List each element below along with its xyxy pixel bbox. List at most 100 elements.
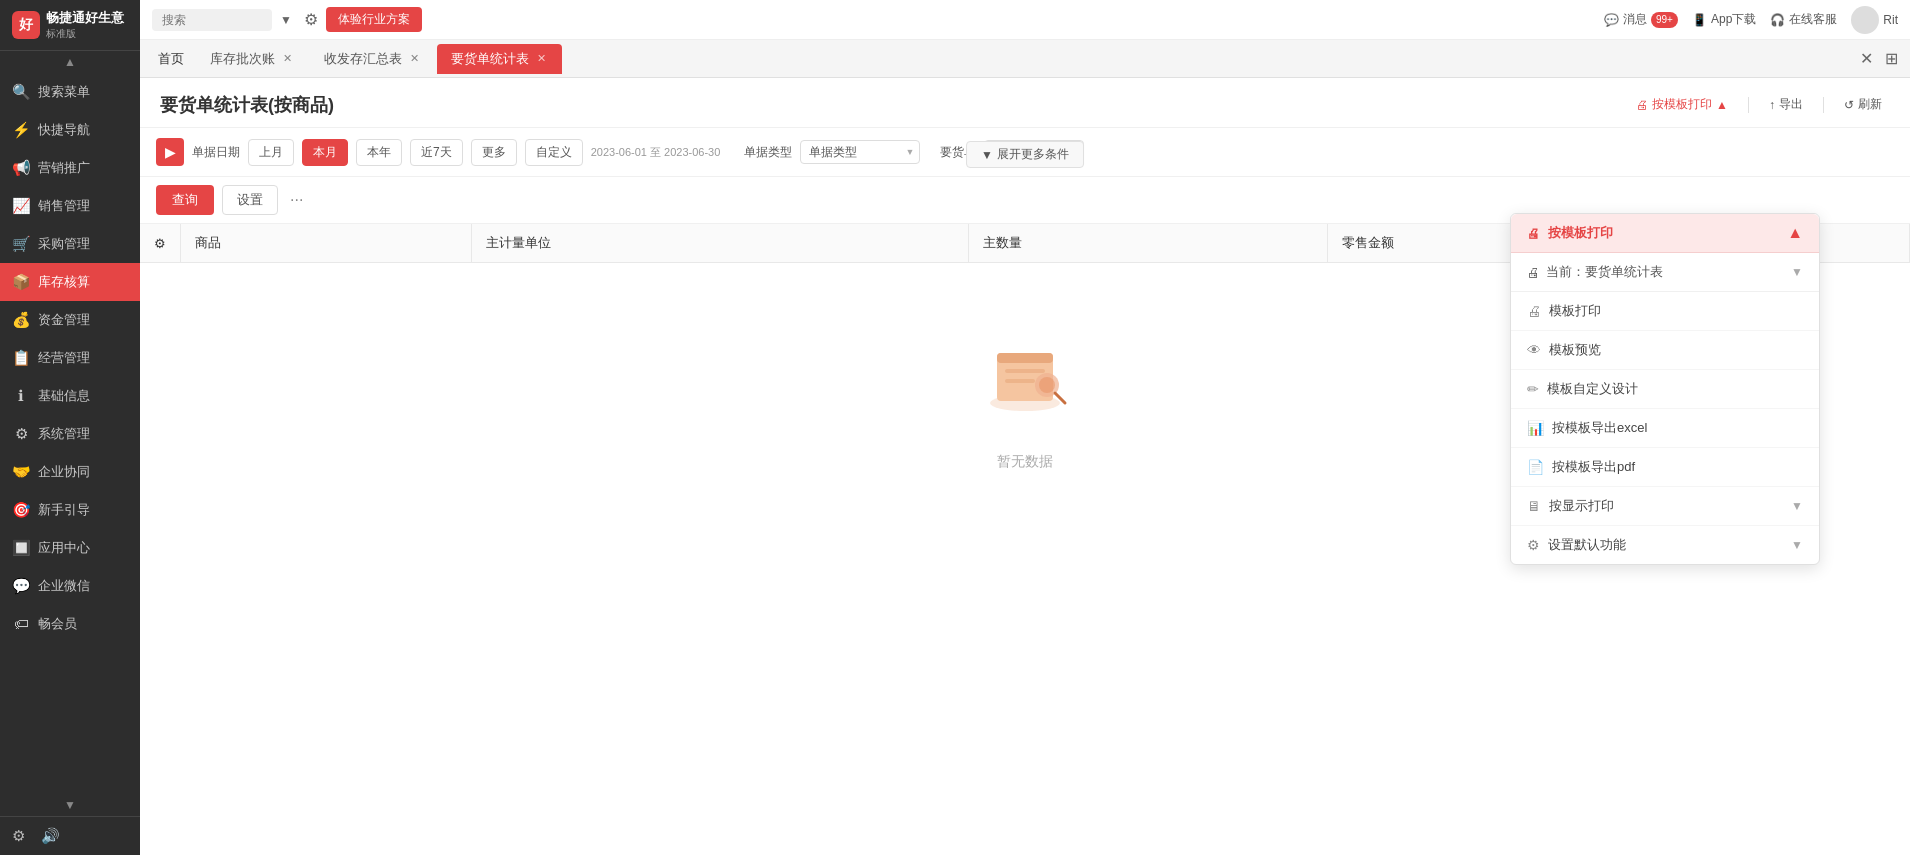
sidebar-bottom: ⚙ 🔊 xyxy=(0,816,140,855)
search-icon: 🔍 xyxy=(12,83,30,101)
message-badge: 99+ xyxy=(1651,12,1678,28)
topbar-search-input[interactable] xyxy=(152,9,272,31)
doc-type-label: 单据类型 xyxy=(744,145,792,159)
divider-2 xyxy=(1823,97,1824,113)
sidebar-item-member[interactable]: 🏷 畅会员 xyxy=(0,605,140,643)
logo-text: 畅捷通好生意 标准版 xyxy=(46,10,124,40)
tab-collection-summary[interactable]: 收发存汇总表 ✕ xyxy=(310,44,435,74)
divider-1 xyxy=(1748,97,1749,113)
sidebar-scroll-up[interactable]: ▲ xyxy=(0,51,140,73)
col-settings[interactable]: ⚙ xyxy=(140,224,181,263)
phone-icon: 📱 xyxy=(1692,13,1707,27)
display-print-left: 🖥 按显示打印 xyxy=(1527,497,1614,515)
tab-close-collection-summary[interactable]: ✕ xyxy=(408,52,421,65)
tabbar: 首页 库存批次账 ✕ 收发存汇总表 ✕ 要货单统计表 ✕ ✕ ⊞ xyxy=(140,40,1910,78)
svg-point-6 xyxy=(1039,377,1055,393)
message-button[interactable]: 💬 消息 99+ xyxy=(1604,11,1678,28)
app-logo: 好 畅捷通好生意 标准版 xyxy=(0,0,140,51)
box-icon: 📦 xyxy=(12,273,30,291)
expand-more-icon: ▼ xyxy=(981,148,993,162)
tab-maximize-button[interactable]: ⊞ xyxy=(1881,45,1902,72)
online-service-button[interactable]: 🎧 在线客服 xyxy=(1770,11,1837,28)
sidebar-item-app-center[interactable]: 🔲 应用中心 xyxy=(0,529,140,567)
tab-order-stats[interactable]: 要货单统计表 ✕ xyxy=(437,44,562,74)
user-avatar-button[interactable]: Rit xyxy=(1851,6,1898,34)
default-func-icon: ⚙ xyxy=(1527,537,1540,553)
export-pdf-icon: 📄 xyxy=(1527,459,1544,475)
date-custom-button[interactable]: 自定义 xyxy=(525,139,583,166)
tab-inventory-batch[interactable]: 库存批次账 ✕ xyxy=(196,44,308,74)
current-template-left: 🖨 当前：要货单统计表 xyxy=(1527,263,1663,281)
export-icon: ↑ xyxy=(1769,98,1775,112)
expand-more-container: ▼ 展开更多条件 xyxy=(966,141,1084,168)
filter-expand-icon-button[interactable]: ▶ xyxy=(156,138,184,166)
sidebar-item-sales[interactable]: 📈 销售管理 xyxy=(0,187,140,225)
expand-more-button[interactable]: ▼ 展开更多条件 xyxy=(966,141,1084,168)
print-dropdown-close-button[interactable]: ▲ xyxy=(1787,224,1803,242)
tab-close-order-stats[interactable]: ✕ xyxy=(535,52,548,65)
print-dropdown-title-area: 🖨 按模板打印 xyxy=(1527,224,1613,242)
default-func-item[interactable]: ⚙ 设置默认功能 ▼ xyxy=(1511,526,1819,564)
export-pdf-left: 📄 按模板导出pdf xyxy=(1527,458,1635,476)
chart-icon: 📈 xyxy=(12,197,30,215)
settings-bottom-icon[interactable]: ⚙ xyxy=(12,827,25,845)
sidebar-nav: 🔍 搜索菜单 ⚡ 快捷导航 📢 营销推广 📈 销售管理 🛒 采购管理 📦 库存核… xyxy=(0,73,140,794)
app-download-button[interactable]: 📱 App下载 xyxy=(1692,11,1756,28)
doc-type-select[interactable]: 单据类型 xyxy=(800,140,920,164)
tag-icon: 🏷 xyxy=(12,615,30,632)
export-button[interactable]: ↑ 导出 xyxy=(1761,92,1811,117)
page-content: 要货单统计表(按商品) 🖨 按模板打印 ▲ ↑ 导出 ↺ 刷新 xyxy=(140,78,1910,855)
export-excel-left: 📊 按模板导出excel xyxy=(1527,419,1647,437)
print-export-pdf-item[interactable]: 📄 按模板导出pdf xyxy=(1511,448,1819,487)
more-options-button[interactable]: ··· xyxy=(286,187,307,213)
tab-close-all-button[interactable]: ✕ xyxy=(1856,45,1877,72)
col-product: 商品 xyxy=(181,224,472,263)
date-this-month-button[interactable]: 本月 xyxy=(302,139,348,166)
date-last-month-button[interactable]: 上月 xyxy=(248,139,294,166)
settings-button[interactable]: 设置 xyxy=(222,185,278,215)
template-print-icon: 🖨 xyxy=(1527,303,1541,319)
template-preview-icon: 👁 xyxy=(1527,342,1541,358)
refresh-button[interactable]: ↺ 刷新 xyxy=(1836,92,1890,117)
display-print-item[interactable]: 🖥 按显示打印 ▼ xyxy=(1511,487,1819,526)
printer-icon: 🖨 xyxy=(1636,98,1648,112)
topbar-gear-button[interactable]: ⚙ xyxy=(304,10,318,29)
sidebar-item-search[interactable]: 🔍 搜索菜单 xyxy=(0,73,140,111)
sidebar-item-inventory[interactable]: 📦 库存核算 xyxy=(0,263,140,301)
sidebar-item-system[interactable]: ⚙ 系统管理 xyxy=(0,415,140,453)
print-template-custom-item[interactable]: ✏ 模板自定义设计 xyxy=(1511,370,1819,409)
sidebar-item-operations[interactable]: 📋 经营管理 xyxy=(0,339,140,377)
sidebar-item-wechat[interactable]: 💬 企业微信 xyxy=(0,567,140,605)
sidebar-item-finance[interactable]: 💰 资金管理 xyxy=(0,301,140,339)
sidebar-item-basics[interactable]: ℹ 基础信息 xyxy=(0,377,140,415)
topbar-nav-dropdown[interactable]: ▼ xyxy=(280,13,292,27)
print-dropdown-header: 🖨 按模板打印 ▲ xyxy=(1511,214,1819,253)
sidebar-item-guide[interactable]: 🎯 新手引导 xyxy=(0,491,140,529)
print-dropdown-current-template[interactable]: 🖨 当前：要货单统计表 ▼ xyxy=(1511,253,1819,292)
print-template-print-item[interactable]: 🖨 模板打印 xyxy=(1511,292,1819,331)
gear-icon: ⚙ xyxy=(12,425,30,443)
date-last-7days-button[interactable]: 近7天 xyxy=(410,139,463,166)
date-more-button[interactable]: 更多 xyxy=(471,139,517,166)
sound-bottom-icon[interactable]: 🔊 xyxy=(41,827,60,845)
sidebar-scroll-down[interactable]: ▼ xyxy=(0,794,140,816)
trial-industry-button[interactable]: 体验行业方案 xyxy=(326,7,422,32)
print-export-excel-item[interactable]: 📊 按模板导出excel xyxy=(1511,409,1819,448)
query-button[interactable]: 查询 xyxy=(156,185,214,215)
doc-type-filter: 单据类型 xyxy=(744,144,792,161)
print-template-button[interactable]: 🖨 按模板打印 ▲ xyxy=(1628,92,1736,117)
cart-icon: 🛒 xyxy=(12,235,30,253)
sidebar-item-purchase[interactable]: 🛒 采购管理 xyxy=(0,225,140,263)
svg-rect-3 xyxy=(1005,369,1045,373)
empty-icon xyxy=(975,323,1075,437)
tab-home[interactable]: 首页 xyxy=(148,44,194,74)
svg-rect-2 xyxy=(997,353,1053,363)
sidebar-item-cooperation[interactable]: 🤝 企业协同 xyxy=(0,453,140,491)
sidebar-item-quick-nav[interactable]: ⚡ 快捷导航 xyxy=(0,111,140,149)
lightning-icon: ⚡ xyxy=(12,121,30,139)
tab-close-inventory-batch[interactable]: ✕ xyxy=(281,52,294,65)
sidebar-item-marketing[interactable]: 📢 营销推广 xyxy=(0,149,140,187)
print-template-preview-item[interactable]: 👁 模板预览 xyxy=(1511,331,1819,370)
logo-icon: 好 xyxy=(12,11,40,39)
date-this-year-button[interactable]: 本年 xyxy=(356,139,402,166)
